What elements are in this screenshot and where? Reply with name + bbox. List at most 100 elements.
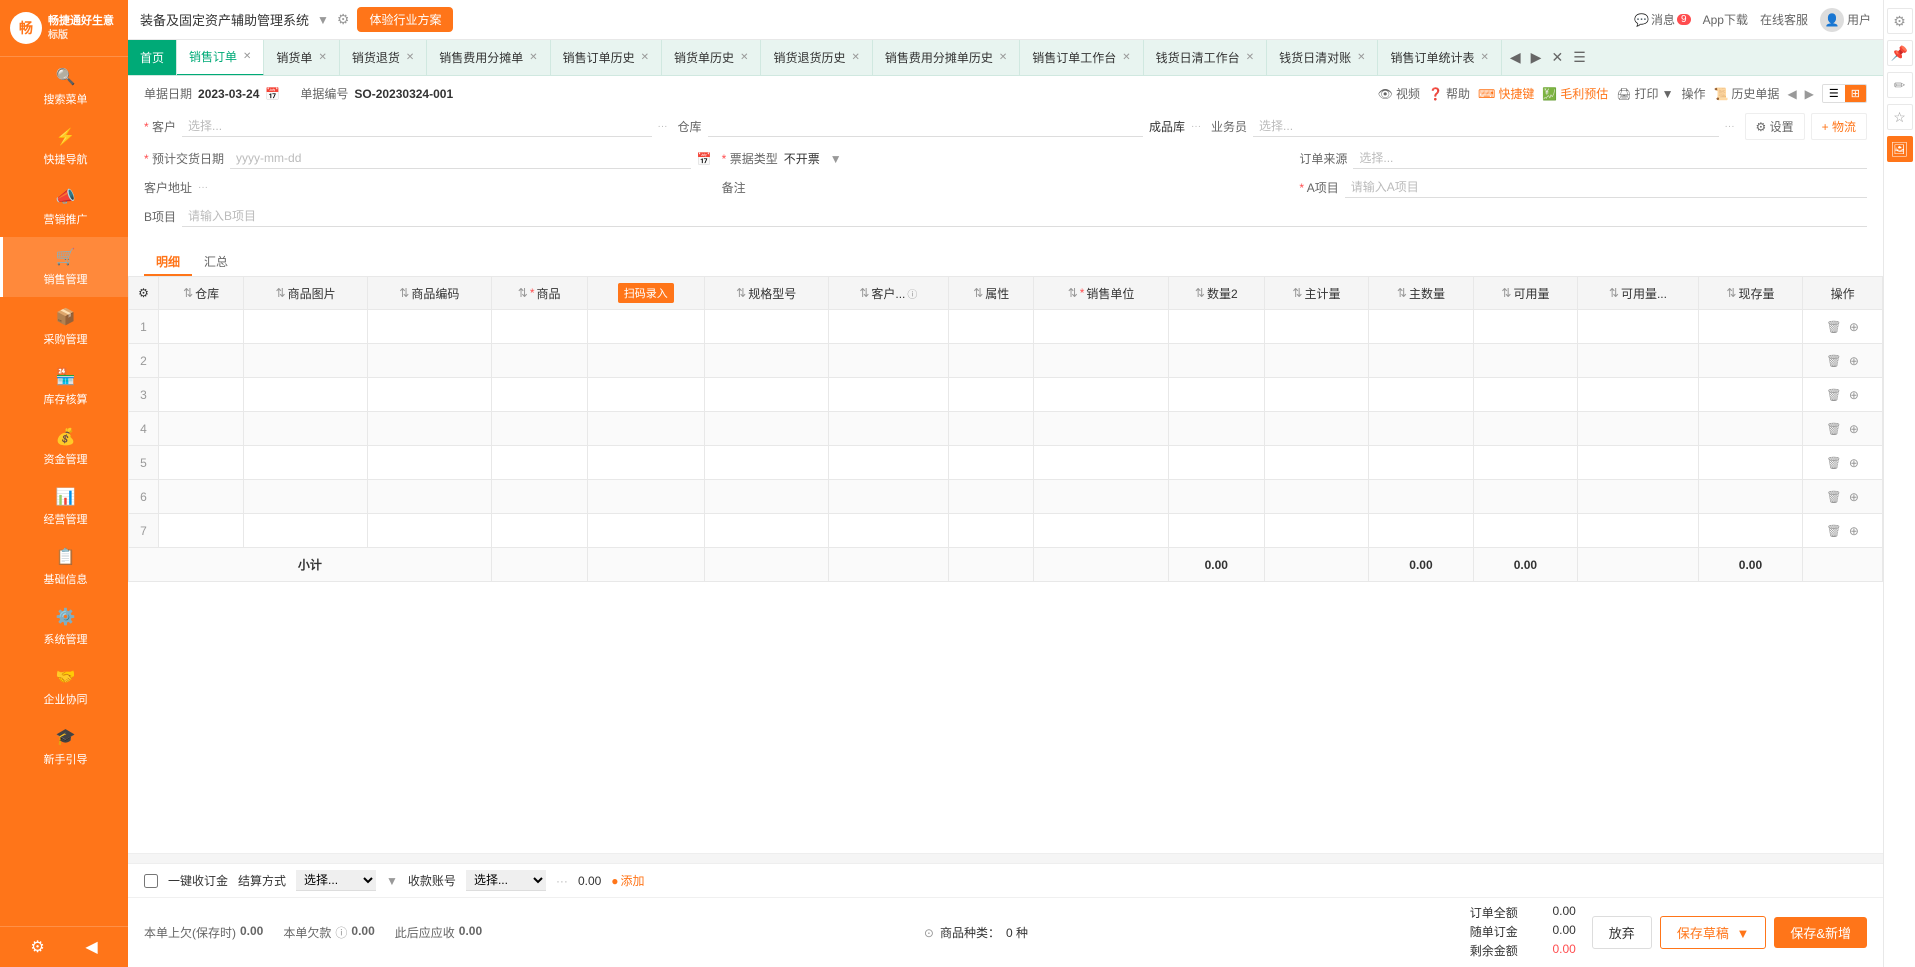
- dropdown-arrow-icon[interactable]: ▼: [317, 13, 329, 27]
- row-spec-type[interactable]: [704, 310, 828, 344]
- right-settings-icon[interactable]: ⚙: [1887, 8, 1913, 34]
- settings-panel-btn[interactable]: ⚙ 设置: [1745, 113, 1805, 140]
- tab-close-icon[interactable]: ✕: [243, 51, 251, 62]
- tab-sales-order[interactable]: 销售订单 ✕: [177, 40, 264, 76]
- nav-next-icon[interactable]: ▶: [1805, 87, 1814, 101]
- tab-order-workbench[interactable]: 销售订单工作台 ✕: [1020, 40, 1143, 76]
- row-delete-icon[interactable]: 🗑: [1826, 456, 1841, 470]
- sidebar-item-company[interactable]: 🤝 企业协同: [0, 657, 128, 717]
- row-product-name[interactable]: [491, 310, 587, 344]
- sort-icon[interactable]: ⇅: [1195, 286, 1205, 300]
- row-main-unit[interactable]: [1264, 310, 1368, 344]
- sidebar-item-base[interactable]: 📋 基础信息: [0, 537, 128, 597]
- row-delete-icon[interactable]: 🗑: [1826, 320, 1841, 334]
- sidebar-item-search[interactable]: 🔍 搜索菜单: [0, 57, 128, 117]
- right-pin-icon[interactable]: 📌: [1887, 40, 1913, 66]
- warehouse-more-icon[interactable]: ···: [1191, 121, 1201, 132]
- tab-close-icon[interactable]: ✕: [740, 52, 748, 63]
- scan-button[interactable]: 扫码录入: [618, 283, 674, 303]
- tab-sales-return[interactable]: 销货单 ✕: [264, 40, 339, 76]
- tab-close-icon[interactable]: ✕: [1246, 52, 1254, 63]
- info-icon[interactable]: ⓘ: [907, 286, 917, 301]
- tab-fee-split[interactable]: 销售费用分摊单 ✕: [427, 40, 550, 76]
- help-action[interactable]: ❓ 帮助: [1428, 85, 1470, 102]
- discard-button[interactable]: 放弃: [1592, 916, 1652, 949]
- sort-icon[interactable]: ⇅: [399, 286, 409, 300]
- sidebar-item-sales[interactable]: 🛒 销售管理: [0, 237, 128, 297]
- collapse-icon[interactable]: ◀: [85, 937, 97, 957]
- info-icon[interactable]: ⓘ: [335, 924, 347, 941]
- sidebar-item-purchase[interactable]: 📦 采购管理: [0, 297, 128, 357]
- row-sales-unit[interactable]: [1034, 310, 1168, 344]
- warehouse-input[interactable]: [708, 116, 1143, 137]
- right-star-icon[interactable]: ☆: [1887, 104, 1913, 130]
- grid-view-btn[interactable]: ⊞: [1845, 85, 1866, 102]
- goods-count-icon[interactable]: ⊙: [924, 926, 934, 940]
- right-image-icon[interactable]: 🖼: [1887, 136, 1913, 162]
- a-project-input[interactable]: [1345, 177, 1867, 198]
- save-new-button[interactable]: 保存&新增: [1774, 917, 1867, 948]
- tab-home[interactable]: 首页: [128, 40, 177, 76]
- save-draft-button[interactable]: 保存草稿 ▼: [1660, 916, 1767, 949]
- staff-more-icon[interactable]: ···: [1725, 121, 1735, 132]
- row-copy-icon[interactable]: ⊕: [1849, 354, 1859, 368]
- account-select[interactable]: 选择...: [466, 870, 546, 891]
- sort-icon[interactable]: ⇅: [1609, 286, 1619, 300]
- order-source-input[interactable]: [1353, 148, 1867, 169]
- tab-sales-stat[interactable]: 销售订单统计表 ✕: [1378, 40, 1501, 76]
- settings-bottom-icon[interactable]: ⚙: [30, 937, 44, 957]
- sort-icon[interactable]: ⇅: [1292, 286, 1302, 300]
- col-settings[interactable]: ⚙: [129, 277, 159, 310]
- tab-close-icon[interactable]: ✕: [1481, 52, 1489, 63]
- sub-tab-summary[interactable]: 汇总: [192, 249, 240, 276]
- row-attribute[interactable]: [949, 310, 1034, 344]
- sort-icon[interactable]: ⇅: [973, 286, 983, 300]
- sort-icon[interactable]: ⇅: [736, 286, 746, 300]
- row-available-more[interactable]: [1578, 310, 1699, 344]
- calendar-icon[interactable]: 📅: [265, 87, 280, 101]
- customer-more-icon[interactable]: ···: [658, 121, 668, 132]
- sort-icon[interactable]: ⇅: [859, 286, 869, 300]
- row-copy-icon[interactable]: ⊕: [1849, 524, 1859, 538]
- operate-action[interactable]: 操作: [1681, 85, 1705, 102]
- tab-close-all-icon[interactable]: ✕: [1547, 47, 1567, 68]
- tab-close-icon[interactable]: ✕: [406, 52, 414, 63]
- row-copy-icon[interactable]: ⊕: [1849, 422, 1859, 436]
- sort-icon[interactable]: ⇅: [1397, 286, 1407, 300]
- payment-method-dropdown-icon[interactable]: ▼: [386, 874, 398, 888]
- tab-return-history[interactable]: 销货单历史 ✕: [662, 40, 761, 76]
- sidebar-item-operation[interactable]: 📊 经营管理: [0, 477, 128, 537]
- tab-close-icon[interactable]: ✕: [1357, 52, 1365, 63]
- row-main-qty[interactable]: [1369, 310, 1473, 344]
- sidebar-item-finance[interactable]: 💰 资金管理: [0, 417, 128, 477]
- tab-close-icon[interactable]: ✕: [999, 52, 1007, 63]
- history-action[interactable]: 📜 历史单据: [1713, 85, 1779, 102]
- message-icon[interactable]: 💬 消息 9: [1634, 11, 1691, 28]
- tab-cash-reconcile[interactable]: 钱货日清对账 ✕: [1267, 40, 1378, 76]
- sort-icon[interactable]: ⇅: [183, 286, 193, 300]
- tab-refund-history[interactable]: 销货退货历史 ✕: [761, 40, 872, 76]
- tab-fee-history[interactable]: 销售费用分摊单历史 ✕: [873, 40, 1020, 76]
- row-copy-icon[interactable]: ⊕: [1849, 320, 1859, 334]
- row-delete-icon[interactable]: 🗑: [1826, 490, 1841, 504]
- row-customer-code[interactable]: [828, 310, 949, 344]
- solution-button[interactable]: 体验行业方案: [357, 7, 453, 32]
- address-more-icon[interactable]: ···: [198, 182, 208, 193]
- horizontal-scrollbar[interactable]: [128, 853, 1883, 863]
- save-draft-dropdown-icon[interactable]: ▼: [1736, 926, 1749, 941]
- right-edit-icon[interactable]: ✏: [1887, 72, 1913, 98]
- row-current-qty[interactable]: [1698, 310, 1802, 344]
- sidebar-item-system[interactable]: ⚙️ 系统管理: [0, 597, 128, 657]
- tab-prev-icon[interactable]: ◀: [1506, 47, 1525, 68]
- tab-sales-refund[interactable]: 销货退货 ✕: [340, 40, 427, 76]
- sort-icon[interactable]: ⇅: [1726, 286, 1736, 300]
- row-copy-icon[interactable]: ⊕: [1849, 456, 1859, 470]
- tab-close-icon[interactable]: ✕: [318, 52, 326, 63]
- row-product-image[interactable]: [244, 310, 368, 344]
- row-delete-icon[interactable]: 🗑: [1826, 388, 1841, 402]
- nav-prev-icon[interactable]: ◀: [1787, 87, 1796, 101]
- tab-close-icon[interactable]: ✕: [1122, 52, 1130, 63]
- sort-icon[interactable]: ⇅: [518, 286, 528, 300]
- one-click-checkbox[interactable]: [144, 874, 158, 888]
- account-more-icon[interactable]: ···: [556, 874, 568, 888]
